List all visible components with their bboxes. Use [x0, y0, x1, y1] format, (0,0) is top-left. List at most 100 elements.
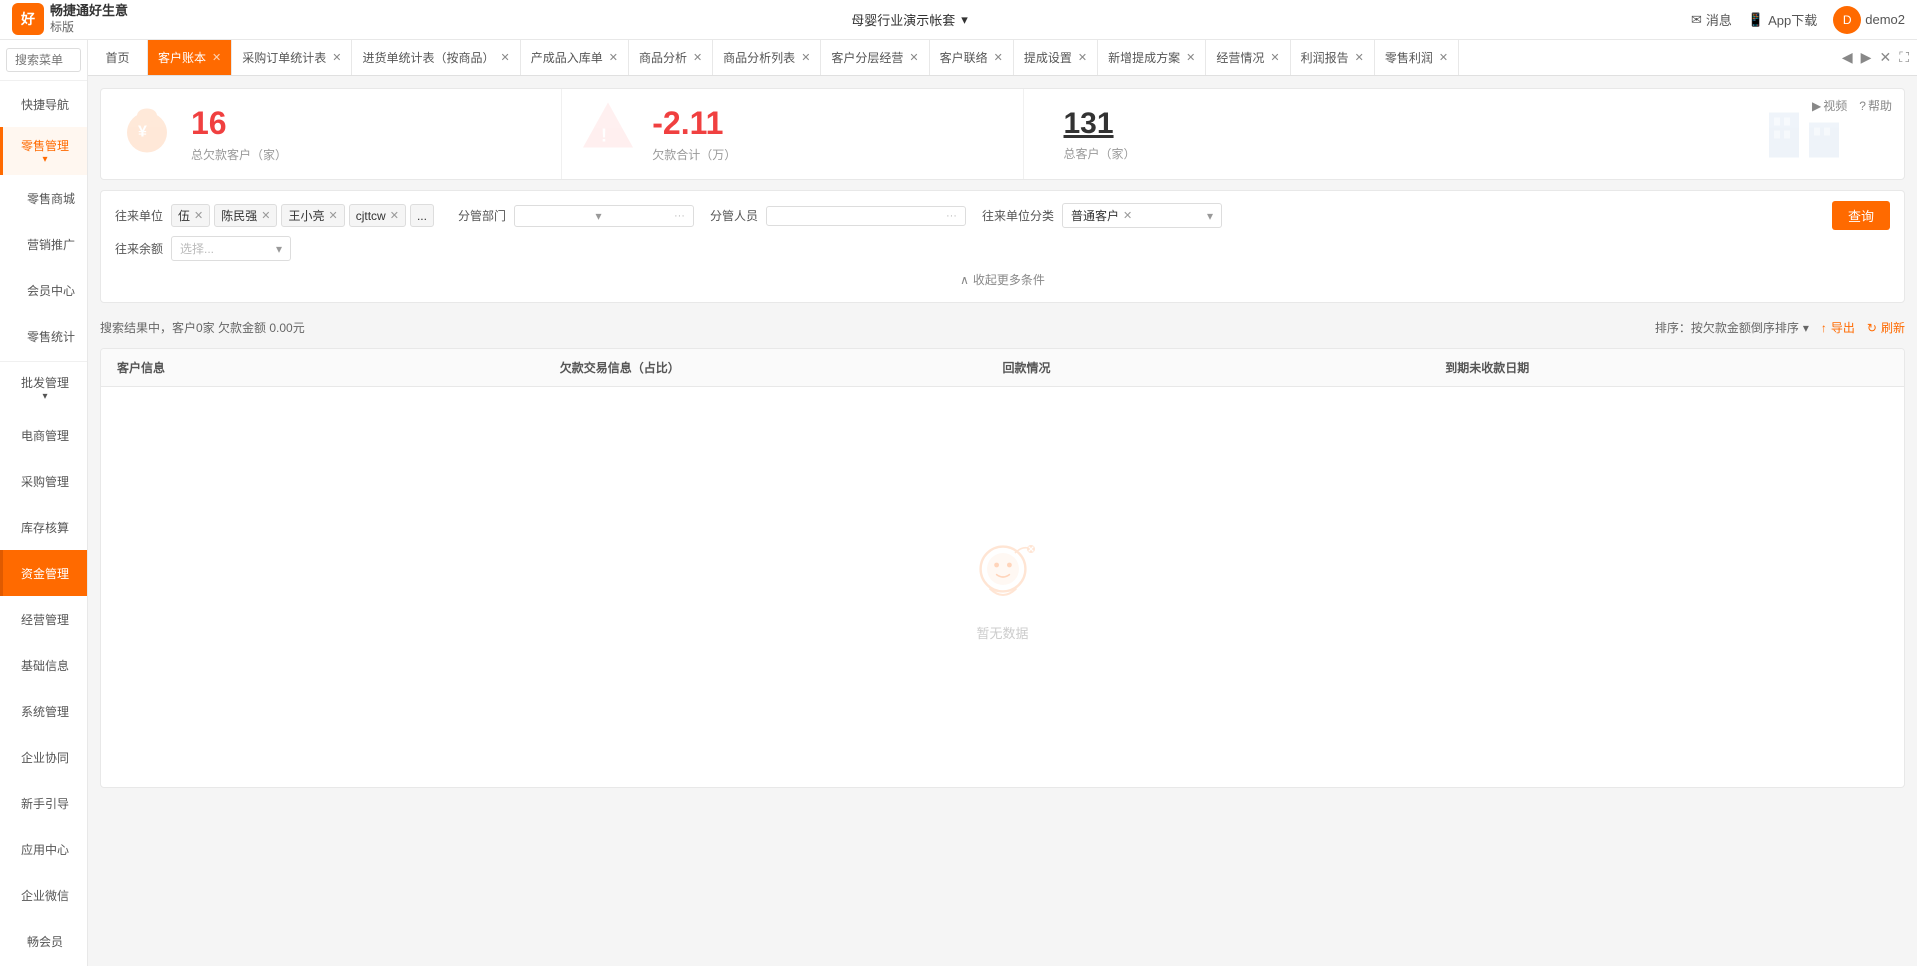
sidebar-item-system[interactable]: 系统管理 — [0, 688, 87, 734]
sidebar-search-area — [0, 40, 87, 81]
empty-icon — [963, 533, 1043, 613]
user-menu[interactable]: D demo2 — [1833, 6, 1905, 34]
collapse-button[interactable]: ∧ 收起更多条件 — [115, 267, 1890, 292]
search-input[interactable] — [6, 48, 81, 72]
chevron-down-icon: ▾ — [595, 209, 601, 223]
sidebar-item-enterprise-collab[interactable]: 企业协同 — [0, 734, 87, 780]
tab-close-icon[interactable]: ✕ — [693, 51, 702, 64]
sidebar-item-retail-stats[interactable]: 零售统计 — [0, 313, 87, 359]
sidebar-item-operations[interactable]: 经营管理 — [0, 596, 87, 642]
tab-close-icon[interactable]: ✕ — [1355, 51, 1364, 64]
balance-select[interactable]: 选择... ▾ — [171, 236, 291, 261]
tab-production-in[interactable]: 产成品入库单 ✕ — [521, 40, 629, 75]
sidebar-item-quick-nav[interactable]: 快捷导航 — [0, 81, 87, 127]
filter-tag-close-1[interactable]: ✕ — [261, 209, 270, 222]
tab-customer-tier[interactable]: 客户分层经营 ✕ — [821, 40, 929, 75]
sort-select[interactable]: 排序：按欠款金额倒序排序 ▾ — [1655, 319, 1809, 336]
sidebar-item-ecommerce[interactable]: 电商管理 — [0, 412, 87, 458]
filter-tag-unit-0: 伍 ✕ — [171, 204, 210, 227]
sidebar-item-retail-mall[interactable]: 零售商城 — [0, 175, 87, 221]
tab-close-icon[interactable]: ✕ — [500, 51, 509, 64]
tab-close-icon[interactable]: ✕ — [609, 51, 618, 64]
sidebar-item-app-center[interactable]: 应用中心 — [0, 826, 87, 872]
table-col-customer: 客户信息 — [117, 359, 560, 376]
tab-expand-button[interactable]: ⛶ — [1897, 47, 1911, 68]
tab-commission-settings[interactable]: 提成设置 ✕ — [1014, 40, 1098, 75]
total-customer-count[interactable]: 131 — [1064, 107, 1885, 141]
sidebar-item-purchase[interactable]: 采购管理 — [0, 458, 87, 504]
tab-goods-in-stats[interactable]: 进货单统计表（按商品） ✕ — [352, 40, 520, 75]
chevron-down-icon: ▾ — [961, 12, 968, 28]
message-button[interactable]: ✉ 消息 — [1691, 10, 1732, 29]
filter-tag-unit-more[interactable]: ... — [410, 204, 434, 227]
tab-profit-report[interactable]: 利润报告 ✕ — [1291, 40, 1375, 75]
filter-tag-close-2[interactable]: ✕ — [329, 209, 338, 222]
debt-customer-label: 总欠款客户（家） — [191, 146, 541, 163]
filter-area: 往来单位 伍 ✕ 陈民强 ✕ 王小亮 ✕ cjttcw ✕ — [100, 190, 1905, 303]
tab-close-icon[interactable]: ✕ — [909, 51, 918, 64]
filter-tag-close-3[interactable]: ✕ — [390, 209, 399, 222]
tab-retail-profit[interactable]: 零售利润 ✕ — [1375, 40, 1459, 75]
video-link[interactable]: ▶ 视频 — [1812, 97, 1847, 114]
chevron-down-icon: ▾ — [42, 391, 47, 402]
filter-tag-unit-2: 王小亮 ✕ — [281, 204, 344, 227]
sidebar-item-wholesale-mgmt[interactable]: 批发管理 ▾ — [0, 364, 87, 412]
tab-controls: ◀ ▶ ✕ ⛶ — [1834, 40, 1917, 75]
refresh-button[interactable]: ↻ 刷新 — [1867, 319, 1905, 336]
filter-tag-close-0[interactable]: ✕ — [194, 209, 203, 222]
balance-label: 往来余额 — [115, 240, 163, 257]
sidebar-item-basic-info[interactable]: 基础信息 — [0, 642, 87, 688]
tab-close-icon[interactable]: ✕ — [1439, 51, 1448, 64]
main-content: ¥ 16 总欠款客户（家） ! -2.11 欠款合计（万） — [88, 76, 1917, 966]
sidebar-item-inventory[interactable]: 库存核算 — [0, 504, 87, 550]
filter-tag-unit-class-close[interactable]: ✕ — [1123, 209, 1132, 222]
tab-customer-contact[interactable]: 客户联络 ✕ — [930, 40, 1014, 75]
balance-placeholder: 选择... — [180, 240, 214, 257]
tab-close-icon[interactable]: ✕ — [994, 51, 1003, 64]
empty-state: 暂无数据 — [963, 533, 1043, 642]
sidebar-item-retail-mgmt[interactable]: 零售管理 ▾ — [0, 127, 87, 175]
table-col-payment: 回款情况 — [1003, 359, 1446, 376]
tab-customer-account[interactable]: 客户账本 ✕ — [148, 40, 232, 75]
tab-goods-analysis[interactable]: 商品分析 ✕ — [629, 40, 713, 75]
top-bar: 好 畅捷通好生意 标版 母婴行业演示帐套 ▾ ✉ 消息 📱 App下载 D de… — [0, 0, 1917, 40]
stats-row: ¥ 16 总欠款客户（家） ! -2.11 欠款合计（万） — [100, 88, 1905, 180]
help-link[interactable]: ? 帮助 — [1859, 97, 1892, 114]
tab-close-icon[interactable]: ✕ — [1270, 51, 1279, 64]
sidebar-item-finance[interactable]: 资金管理 — [0, 550, 87, 596]
search-button[interactable]: 查询 — [1832, 201, 1890, 230]
sidebar-item-marketing[interactable]: 营销推广 — [0, 221, 87, 267]
tab-home[interactable]: 首页 — [88, 40, 148, 75]
clear-dept-icon[interactable]: ··· — [674, 210, 685, 222]
table-col-due-date: 到期未收款日期 — [1445, 359, 1888, 376]
tab-next-button[interactable]: ▶ — [1859, 47, 1874, 68]
tab-close-icon[interactable]: ✕ — [1186, 51, 1195, 64]
sidebar-item-member-center[interactable]: 会员中心 — [0, 267, 87, 313]
tab-prev-button[interactable]: ◀ — [1840, 47, 1855, 68]
result-bar-right: 排序：按欠款金额倒序排序 ▾ ↑ 导出 ↻ 刷新 — [1655, 319, 1905, 336]
tab-close-icon[interactable]: ✕ — [801, 51, 810, 64]
tab-business-situation[interactable]: 经营情况 ✕ — [1206, 40, 1290, 75]
demo-selector[interactable]: 母婴行业演示帐套 ▾ — [851, 10, 968, 29]
svg-text:¥: ¥ — [138, 124, 147, 141]
question-icon: ? — [1859, 99, 1866, 113]
dept-select[interactable]: ▾ ··· — [514, 205, 694, 227]
clear-person-icon[interactable]: ··· — [946, 210, 957, 222]
sidebar-item-guide[interactable]: 新手引导 — [0, 780, 87, 826]
tab-close-all-button[interactable]: ✕ — [1877, 47, 1893, 68]
tab-purchase-stats[interactable]: 采购订单统计表 ✕ — [232, 40, 352, 75]
sidebar-item-enterprise-wechat[interactable]: 企业微信 — [0, 872, 87, 918]
unit-class-select[interactable]: 普通客户 ✕ ▾ — [1062, 203, 1222, 228]
export-button[interactable]: ↑ 导出 — [1821, 319, 1855, 336]
app-download-button[interactable]: 📱 App下载 — [1748, 10, 1817, 29]
table-header: 客户信息 欠款交易信息（占比） 回款情况 到期未收款日期 — [101, 349, 1904, 387]
person-select[interactable]: ··· — [766, 206, 966, 226]
tab-add-commission[interactable]: 新增提成方案 ✕ — [1098, 40, 1206, 75]
tab-close-icon[interactable]: ✕ — [332, 51, 341, 64]
sidebar-item-member[interactable]: 畅会员 — [0, 918, 87, 964]
tab-close-icon[interactable]: ✕ — [212, 51, 221, 64]
filter-tags: 伍 ✕ 陈民强 ✕ 王小亮 ✕ cjttcw ✕ ... — [171, 204, 434, 227]
tab-close-icon[interactable]: ✕ — [1078, 51, 1087, 64]
filter-row-1: 往来单位 伍 ✕ 陈民强 ✕ 王小亮 ✕ cjttcw ✕ — [115, 201, 1890, 230]
tab-goods-analysis-list[interactable]: 商品分析列表 ✕ — [713, 40, 821, 75]
